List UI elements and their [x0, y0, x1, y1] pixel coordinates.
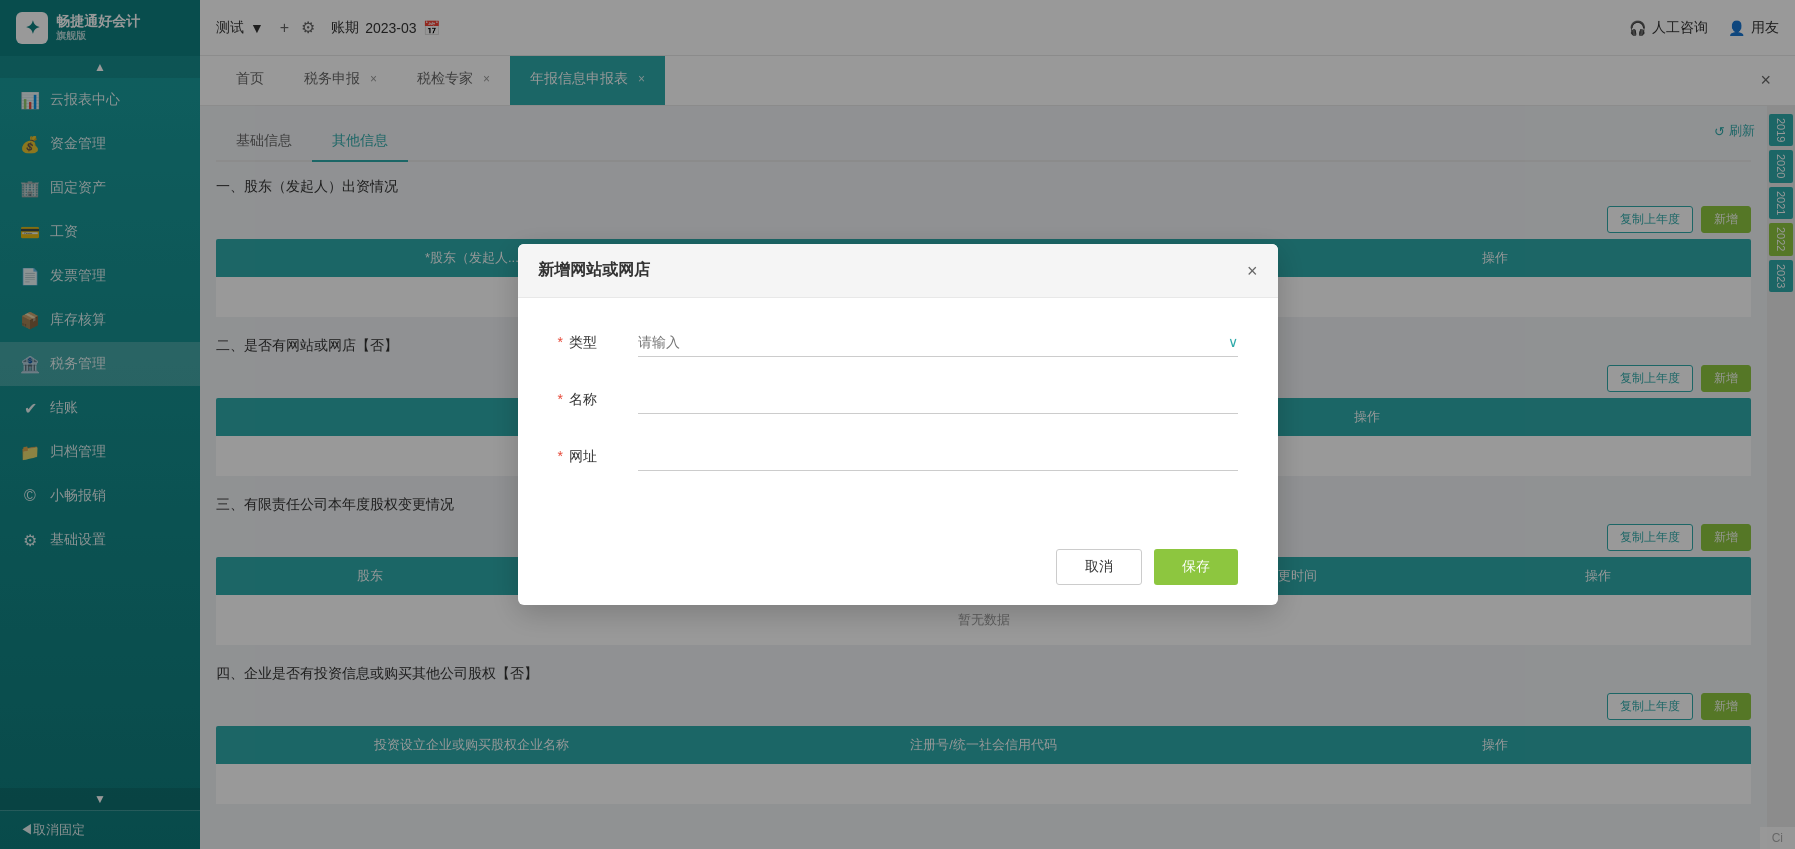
type-label: * 类型 [558, 334, 638, 352]
cancel-button[interactable]: 取消 [1056, 549, 1142, 585]
url-label: * 网址 [558, 448, 638, 466]
modal-add-website: 新增网站或网店 × * 类型 ∨ * 名称 [518, 244, 1278, 605]
modal-overlay: 新增网站或网店 × * 类型 ∨ * 名称 [0, 0, 1795, 849]
form-row-type: * 类型 ∨ [558, 328, 1238, 357]
type-dropdown-arrow-icon: ∨ [1228, 334, 1238, 350]
type-required-mark: * [558, 334, 563, 350]
save-button[interactable]: 保存 [1154, 549, 1238, 585]
form-row-url: * 网址 [558, 442, 1238, 471]
modal-title: 新增网站或网店 [538, 260, 650, 281]
modal-footer: 取消 保存 [518, 529, 1278, 605]
name-input[interactable] [638, 385, 1238, 414]
type-select[interactable]: ∨ [638, 328, 1238, 357]
type-input[interactable] [638, 334, 1228, 350]
name-label: * 名称 [558, 391, 638, 409]
url-input[interactable] [638, 442, 1238, 471]
url-required-mark: * [558, 448, 563, 464]
type-label-text: 类型 [569, 334, 597, 350]
modal-body: * 类型 ∨ * 名称 * 网址 [518, 298, 1278, 529]
form-row-name: * 名称 [558, 385, 1238, 414]
name-required-mark: * [558, 391, 563, 407]
modal-header: 新增网站或网店 × [518, 244, 1278, 298]
name-label-text: 名称 [569, 391, 597, 407]
modal-close-btn[interactable]: × [1247, 262, 1258, 280]
url-label-text: 网址 [569, 448, 597, 464]
